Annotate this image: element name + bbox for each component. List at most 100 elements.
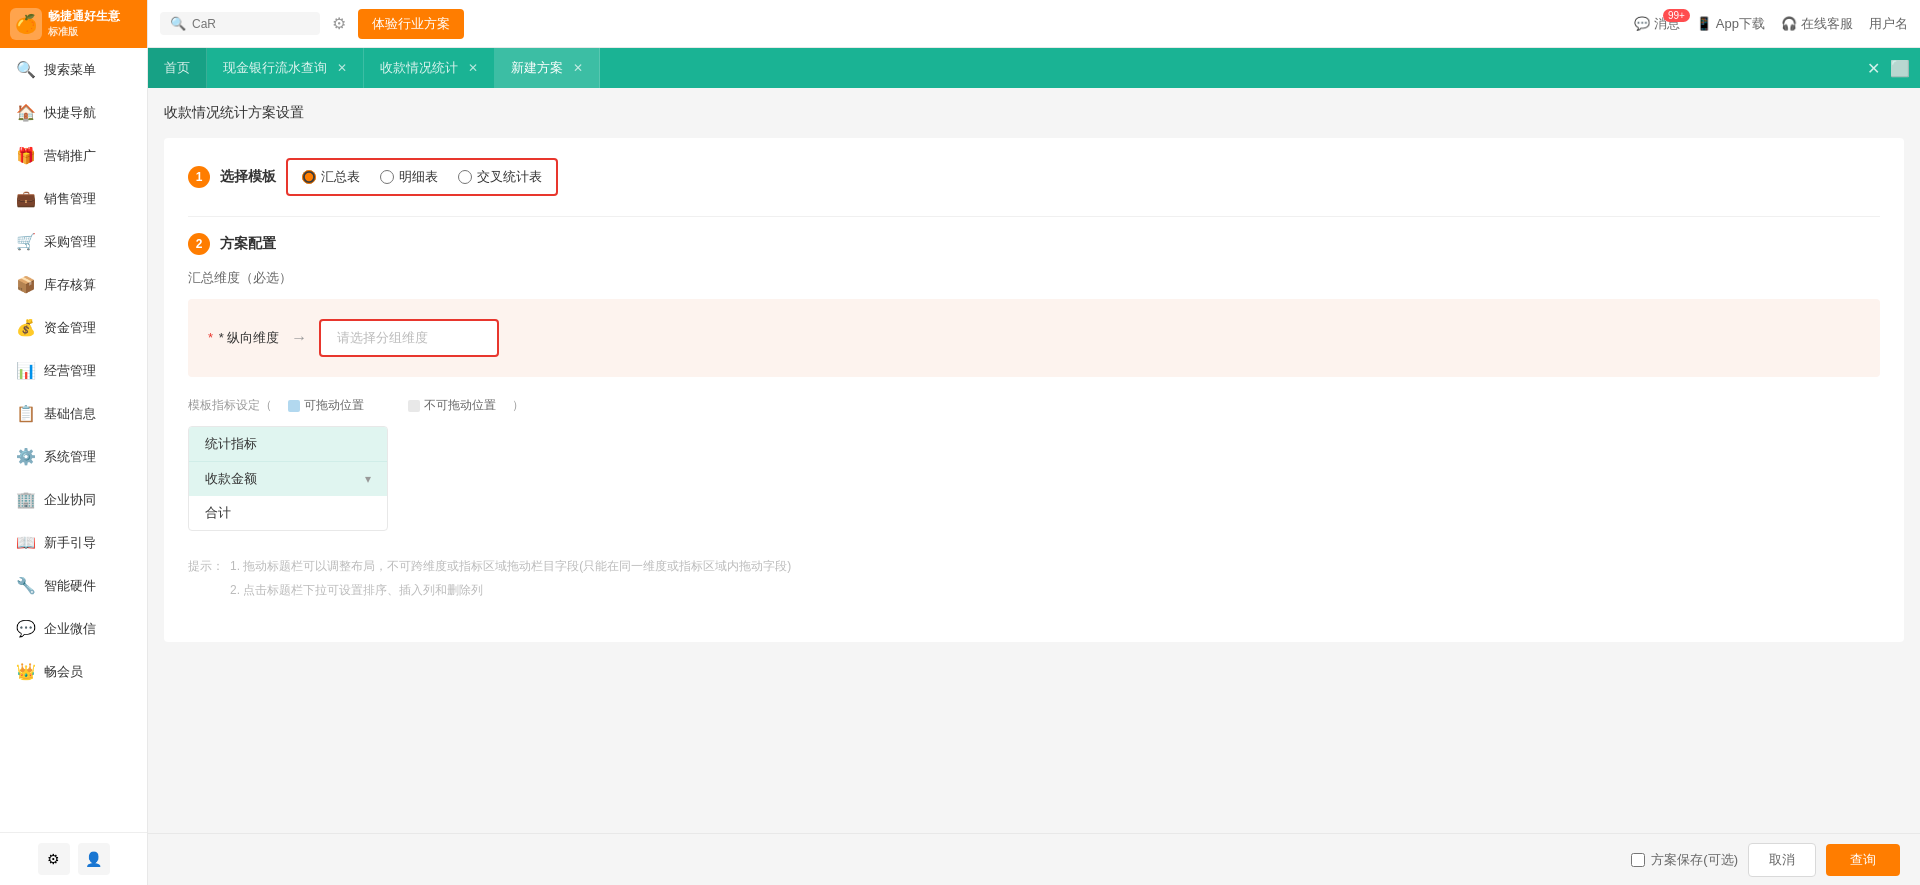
- building-icon: 🏢: [16, 490, 36, 509]
- query-button[interactable]: 查询: [1826, 844, 1900, 876]
- tab-bank-flow-close[interactable]: ✕: [337, 61, 347, 75]
- arrow-icon: →: [291, 329, 307, 347]
- indicator-table-header: 统计指标: [189, 427, 387, 462]
- sidebar-item-finance[interactable]: 💰 资金管理: [0, 306, 147, 349]
- indicator-row-1: 合计: [189, 496, 387, 530]
- home-icon: 🏠: [16, 103, 36, 122]
- indicator-settings: 模板指标设定（ 可拖动位置 不可拖动位置 ） 统计指标: [188, 397, 1880, 534]
- step2-header: 2 方案配置: [188, 233, 1880, 255]
- sidebar-item-system[interactable]: ⚙️ 系统管理: [0, 435, 147, 478]
- sidebar-item-marketing[interactable]: 🎁 营销推广: [0, 134, 147, 177]
- tip-line-2: 提示： 2. 点击标题栏下拉可设置排序、插入列和删除列: [188, 578, 1880, 602]
- user-name[interactable]: 用户名: [1869, 15, 1908, 33]
- step1-section: 1 选择模板 汇总表 明细表 交叉统计表: [188, 158, 1880, 196]
- close-window-icon[interactable]: ✕: [1867, 59, 1880, 78]
- service-icon: 🎧: [1781, 16, 1797, 31]
- tip-line-1: 提示： 1. 拖动标题栏可以调整布局，不可跨维度或指标区域拖动栏目字段(只能在同…: [188, 554, 1880, 578]
- radio-detail[interactable]: 明细表: [380, 168, 438, 186]
- gift-icon: 🎁: [16, 146, 36, 165]
- search-input[interactable]: [192, 17, 292, 31]
- topbar-search-icon: 🔍: [170, 16, 186, 31]
- chart-icon: 📊: [16, 361, 36, 380]
- sidebar-item-enterprise[interactable]: 🏢 企业协同: [0, 478, 147, 521]
- content-area: 收款情况统计方案设置 1 选择模板 汇总表 明细表: [148, 88, 1920, 833]
- indicator-table: 统计指标 收款金额 ▾ 合计: [188, 426, 388, 531]
- message-icon: 💬: [1634, 16, 1650, 31]
- dim-row: * * 纵向维度 → 请选择分组维度: [208, 319, 1860, 357]
- wrench-icon: 🔧: [16, 576, 36, 595]
- save-checkbox[interactable]: [1631, 853, 1645, 867]
- dimension-area: * * 纵向维度 → 请选择分组维度: [188, 299, 1880, 377]
- chat-icon: 💬: [16, 619, 36, 638]
- sidebar-item-quick-nav[interactable]: 🏠 快捷导航: [0, 91, 147, 134]
- topbar-search-box[interactable]: 🔍: [160, 12, 320, 35]
- gear-icon: ⚙️: [16, 447, 36, 466]
- maximize-window-icon[interactable]: ⬜: [1890, 59, 1910, 78]
- sidebar-item-purchase[interactable]: 🛒 采购管理: [0, 220, 147, 263]
- sidebar-item-basic-info[interactable]: 📋 基础信息: [0, 392, 147, 435]
- cart-icon: 🛒: [16, 232, 36, 251]
- crown-icon: 👑: [16, 662, 36, 681]
- dim-vertical-label: * * 纵向维度: [208, 329, 279, 347]
- logo-icon: 🍊: [10, 8, 42, 40]
- briefcase-icon: 💼: [16, 189, 36, 208]
- sidebar-item-wechat[interactable]: 💬 企业微信: [0, 607, 147, 650]
- app-icon: 📱: [1696, 16, 1712, 31]
- sidebar-item-search-menu[interactable]: 🔍 搜索菜单: [0, 48, 147, 91]
- template-radio-group: 汇总表 明细表 交叉统计表: [286, 158, 558, 196]
- tabbar: 首页 现金银行流水查询 ✕ 收款情况统计 ✕ 新建方案 ✕ ✕ ⬜: [148, 48, 1920, 88]
- sidebar-bottom-btn-1[interactable]: ⚙: [38, 843, 70, 875]
- no-drag-color-indicator: [408, 400, 420, 412]
- message-badge-wrap[interactable]: 💬 消息 99+: [1634, 15, 1680, 33]
- tab-home[interactable]: 首页: [148, 48, 207, 88]
- page-title: 收款情况统计方案设置: [164, 104, 1904, 122]
- sidebar-item-guide[interactable]: 📖 新手引导: [0, 521, 147, 564]
- tab-collection-stat[interactable]: 收款情况统计 ✕: [364, 48, 495, 88]
- no-drag-badge: 不可拖动位置: [408, 397, 496, 414]
- tab-new-plan[interactable]: 新建方案 ✕: [495, 48, 600, 88]
- search-menu-icon: 🔍: [16, 60, 36, 79]
- topbar-right: 💬 消息 99+ 📱 App下载 🎧 在线客服 用户名: [1634, 15, 1908, 33]
- tab-collection-stat-close[interactable]: ✕: [468, 61, 478, 75]
- step1-header: 1 选择模板 汇总表 明细表 交叉统计表: [188, 158, 1880, 196]
- step2-section: 2 方案配置 汇总维度（必选） * * 纵向维度 → 请选择分组维度: [188, 233, 1880, 602]
- box-icon: 📦: [16, 275, 36, 294]
- logo-text: 畅捷通好生意 标准版: [48, 9, 120, 39]
- sidebar-logo: 🍊 畅捷通好生意 标准版: [0, 0, 147, 48]
- sidebar-item-inventory[interactable]: 📦 库存核算: [0, 263, 147, 306]
- list-icon: 📋: [16, 404, 36, 423]
- main-area: 🔍 ⚙ 体验行业方案 💬 消息 99+ 📱 App下载 🎧 在线客服 用户名: [148, 0, 1920, 885]
- dimension-title: 汇总维度（必选）: [188, 269, 1880, 287]
- radio-summary[interactable]: 汇总表: [302, 168, 360, 186]
- tips-section: 提示： 1. 拖动标题栏可以调整布局，不可跨维度或指标区域拖动栏目字段(只能在同…: [188, 554, 1880, 602]
- dim-select-box[interactable]: 请选择分组维度: [319, 319, 499, 357]
- online-service[interactable]: 🎧 在线客服: [1781, 15, 1853, 33]
- radio-cross[interactable]: 交叉统计表: [458, 168, 542, 186]
- sidebar-bottom: ⚙ 👤: [0, 832, 147, 885]
- cancel-button[interactable]: 取消: [1748, 843, 1816, 877]
- sidebar-item-sales[interactable]: 💼 销售管理: [0, 177, 147, 220]
- sidebar-item-member[interactable]: 👑 畅会员: [0, 650, 147, 693]
- settings-icon[interactable]: ⚙: [332, 14, 346, 33]
- sidebar-item-management[interactable]: 📊 经营管理: [0, 349, 147, 392]
- indicator-row-0[interactable]: 收款金额 ▾: [189, 462, 387, 496]
- indicator-header: 模板指标设定（ 可拖动位置 不可拖动位置 ）: [188, 397, 1880, 414]
- form-card: 1 选择模板 汇总表 明细表 交叉统计表: [164, 138, 1904, 642]
- book-icon: 📖: [16, 533, 36, 552]
- save-option[interactable]: 方案保存(可选): [1631, 851, 1738, 869]
- dropdown-icon[interactable]: ▾: [365, 472, 371, 486]
- sidebar-bottom-btn-2[interactable]: 👤: [78, 843, 110, 875]
- drag-badge: 可拖动位置: [288, 397, 364, 414]
- footer-bar: 方案保存(可选) 取消 查询: [148, 833, 1920, 885]
- window-controls: ✕ ⬜: [1857, 48, 1920, 88]
- sidebar-item-hardware[interactable]: 🔧 智能硬件: [0, 564, 147, 607]
- money-icon: 💰: [16, 318, 36, 337]
- industry-btn[interactable]: 体验行业方案: [358, 9, 464, 39]
- app-download[interactable]: 📱 App下载: [1696, 15, 1765, 33]
- tab-bank-flow[interactable]: 现金银行流水查询 ✕: [207, 48, 364, 88]
- sidebar-nav: 🔍 搜索菜单 🏠 快捷导航 🎁 营销推广 💼 销售管理 🛒 采购管理 📦 库存核…: [0, 48, 147, 832]
- tab-new-plan-close[interactable]: ✕: [573, 61, 583, 75]
- sidebar: 🍊 畅捷通好生意 标准版 🔍 搜索菜单 🏠 快捷导航 🎁 营销推广 💼 销售管理…: [0, 0, 148, 885]
- drag-color-indicator: [288, 400, 300, 412]
- topbar: 🔍 ⚙ 体验行业方案 💬 消息 99+ 📱 App下载 🎧 在线客服 用户名: [148, 0, 1920, 48]
